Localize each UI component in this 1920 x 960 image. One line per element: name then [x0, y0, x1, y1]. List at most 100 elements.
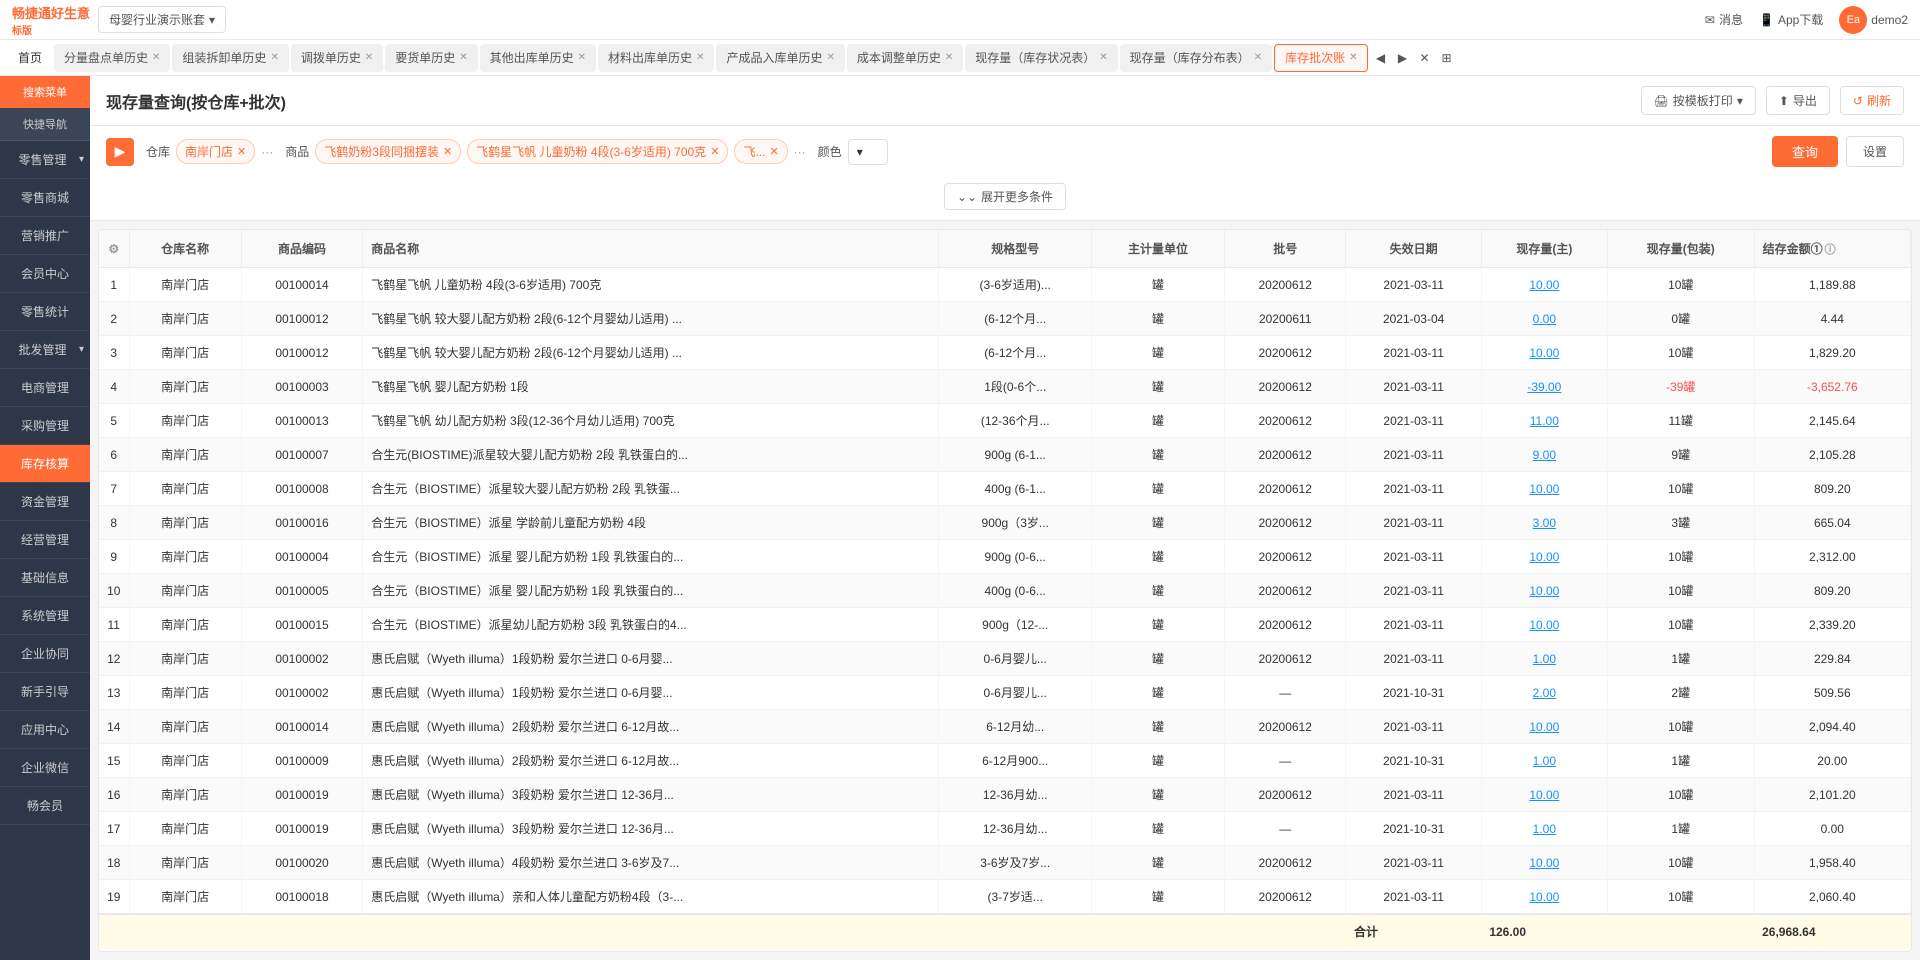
- page-header: 现存量查询(按仓库+批次) 🖨 按模板打印 ▾ ⬆ 导出 ↺ 刷新: [90, 76, 1920, 126]
- tab-3[interactable]: 调拨单历史 ✕: [291, 44, 383, 72]
- sidebar-item-wholesale[interactable]: 批发管理 ▾: [0, 331, 90, 369]
- col-batch: 批号: [1224, 230, 1346, 268]
- product-tag3-close[interactable]: ✕: [769, 145, 778, 158]
- filter-expand-btn[interactable]: ▶: [106, 138, 134, 166]
- col-unit: 主计量单位: [1091, 230, 1224, 268]
- col-settings[interactable]: ⚙: [99, 230, 129, 268]
- sidebar-item-member-app[interactable]: 畅会员: [0, 787, 90, 825]
- dept-selector[interactable]: 母婴行业演示账套 ▾: [98, 6, 226, 33]
- color-select[interactable]: ▾: [848, 139, 888, 165]
- data-table-container: ⚙ 仓库名称 商品编码 商品名称 规格型号 主计量单位 批号 失效日期 现存量(…: [98, 229, 1912, 952]
- logo: 畅捷通好生意 标版: [12, 3, 90, 37]
- sidebar-item-members[interactable]: 会员中心: [0, 255, 90, 293]
- tab-close-8[interactable]: ✕: [945, 52, 953, 63]
- tab-11[interactable]: 库存批次账 ✕: [1274, 44, 1368, 72]
- tab-close-10[interactable]: ✕: [1254, 52, 1262, 63]
- sidebar-item-system[interactable]: 系统管理: [0, 597, 90, 635]
- tab-2[interactable]: 组装拆卸单历史 ✕: [172, 44, 288, 72]
- sidebar-item-guide[interactable]: 新手引导: [0, 673, 90, 711]
- sidebar-search[interactable]: 搜索菜单: [0, 76, 90, 108]
- print-button[interactable]: 🖨 按模板打印 ▾: [1641, 86, 1756, 115]
- tab-close-4[interactable]: ✕: [459, 52, 467, 63]
- tab-8[interactable]: 成本调整单历史 ✕: [847, 44, 963, 72]
- tab-1[interactable]: 分量盘点单历史 ✕: [54, 44, 170, 72]
- tab-close-all[interactable]: ✕: [1414, 44, 1434, 72]
- tab-close-5[interactable]: ✕: [578, 52, 586, 63]
- warehouse-tag: 南岸门店 ✕: [176, 139, 255, 164]
- sidebar-item-corp-wechat[interactable]: 企业微信: [0, 749, 90, 787]
- table-row: 4南岸门店00100003飞鹤星飞帆 婴儿配方奶粉 1段1段(0-6个...罐2…: [99, 370, 1911, 404]
- product-tag1-close[interactable]: ✕: [443, 145, 452, 158]
- table-row: 3南岸门店00100012飞鹤星飞帆 较大婴儿配方奶粉 2段(6-12个月婴幼儿…: [99, 336, 1911, 370]
- sidebar-item-app-center[interactable]: 应用中心: [0, 711, 90, 749]
- tab-5[interactable]: 其他出库单历史 ✕: [480, 44, 596, 72]
- tab-10[interactable]: 现存量（库存分布表） ✕: [1120, 44, 1272, 72]
- tab-menu[interactable]: ⊞: [1436, 44, 1456, 72]
- product-tag2-close[interactable]: ✕: [710, 145, 719, 158]
- warehouse-tag-close[interactable]: ✕: [237, 145, 246, 158]
- table-row: 18南岸门店00100020惠氏启赋（Wyeth illuma）4段奶粉 爱尔兰…: [99, 846, 1911, 880]
- table-row: 7南岸门店00100008合生元（BIOSTIME）派星较大婴儿配方奶粉 2段 …: [99, 472, 1911, 506]
- page-title: 现存量查询(按仓库+批次): [106, 89, 286, 113]
- product-tag-3: 飞... ✕: [734, 139, 787, 164]
- col-amount: 结存金额① ⓘ: [1755, 230, 1911, 267]
- tab-nav-right[interactable]: ▶: [1392, 44, 1412, 72]
- tab-close-9[interactable]: ✕: [1099, 52, 1107, 63]
- tab-9[interactable]: 现存量（库存状况表） ✕: [965, 44, 1117, 72]
- table-row: 19南岸门店00100018惠氏启赋（Wyeth illuma）亲和人体儿童配方…: [99, 880, 1911, 915]
- tab-close-2[interactable]: ✕: [270, 52, 278, 63]
- filter-row: ▶ 仓库 南岸门店 ✕ ··· 商品 飞鹤奶粉3段同捆摆装 ✕: [106, 136, 1904, 167]
- tab-close-3[interactable]: ✕: [365, 52, 373, 63]
- expand-row: ⌄⌄ 展开更多条件: [106, 175, 1904, 210]
- sidebar-quick[interactable]: 快捷导航: [0, 108, 90, 141]
- col-spec: 规格型号: [939, 230, 1092, 268]
- tab-close-1[interactable]: ✕: [152, 52, 160, 63]
- footer-total-amount: 26,968.64: [1754, 914, 1910, 948]
- page-actions: 🖨 按模板打印 ▾ ⬆ 导出 ↺ 刷新: [1641, 86, 1904, 115]
- expand-conditions-button[interactable]: ⌄⌄ 展开更多条件: [944, 183, 1066, 210]
- sidebar-item-enterprise[interactable]: 企业协同: [0, 635, 90, 673]
- action-buttons: 查询 设置: [1772, 136, 1904, 167]
- sidebar-item-operations[interactable]: 经营管理: [0, 521, 90, 559]
- sidebar-item-basic-info[interactable]: 基础信息: [0, 559, 90, 597]
- setting-button[interactable]: 设置: [1846, 136, 1904, 167]
- col-code: 商品编码: [241, 230, 363, 268]
- tab-nav-left[interactable]: ◀: [1370, 44, 1390, 72]
- footer-total-qty: 126.00: [1481, 914, 1607, 948]
- tab-close-7[interactable]: ✕: [826, 52, 834, 63]
- product-tag-2: 飞鹤星飞帆 儿童奶粉 4段(3-6岁适用) 700克 ✕: [467, 139, 728, 164]
- top-bar-left: 畅捷通好生意 标版 母婴行业演示账套 ▾: [12, 3, 226, 37]
- filter-product-group: 商品 飞鹤奶粉3段同捆摆装 ✕ 飞鹤星飞帆 儿童奶粉 4段(3-6岁适用) 70…: [285, 139, 805, 164]
- user-profile[interactable]: Ea demo2: [1839, 6, 1908, 34]
- tab-close-11[interactable]: ✕: [1349, 52, 1357, 63]
- tab-4[interactable]: 要货单历史 ✕: [385, 44, 477, 72]
- app-download-button[interactable]: 📱 App下载: [1759, 11, 1823, 28]
- query-button[interactable]: 查询: [1772, 136, 1838, 167]
- warehouse-more[interactable]: ···: [261, 145, 273, 159]
- tab-6[interactable]: 材料出库单历史 ✕: [598, 44, 714, 72]
- table-row: 14南岸门店00100014惠氏启赋（Wyeth illuma）2段奶粉 爱尔兰…: [99, 710, 1911, 744]
- sidebar-item-retail-stats[interactable]: 零售统计: [0, 293, 90, 331]
- tab-7[interactable]: 产成品入库单历史 ✕: [716, 44, 844, 72]
- sidebar-item-ecommerce[interactable]: 电商管理: [0, 369, 90, 407]
- table-row: 2南岸门店00100012飞鹤星飞帆 较大婴儿配方奶粉 2段(6-12个月婴幼儿…: [99, 302, 1911, 336]
- refresh-button[interactable]: ↺ 刷新: [1840, 86, 1904, 115]
- sidebar-item-finance[interactable]: 资金管理: [0, 483, 90, 521]
- tab-home[interactable]: 首页: [8, 44, 52, 72]
- table-row: 13南岸门店00100002惠氏启赋（Wyeth illuma）1段奶粉 爱尔兰…: [99, 676, 1911, 710]
- amount-info-icon[interactable]: ⓘ: [1825, 241, 1836, 257]
- sidebar-item-retail-shop[interactable]: 零售商城: [0, 179, 90, 217]
- sidebar-item-purchase[interactable]: 采购管理: [0, 407, 90, 445]
- top-bar: 畅捷通好生意 标版 母婴行业演示账套 ▾ ✉ 消息 📱 App下载 Ea dem…: [0, 0, 1920, 40]
- filter-bar: ▶ 仓库 南岸门店 ✕ ··· 商品 飞鹤奶粉3段同捆摆装 ✕: [90, 126, 1920, 221]
- sidebar-item-inventory[interactable]: 库存核算: [0, 445, 90, 483]
- avatar: Ea: [1839, 6, 1867, 34]
- message-button[interactable]: ✉ 消息: [1705, 11, 1743, 28]
- sidebar-item-retail-mgmt[interactable]: 零售管理 ▾: [0, 141, 90, 179]
- product-more[interactable]: ···: [794, 145, 806, 159]
- filter-color-group: 颜色 ▾: [818, 139, 888, 165]
- table-row: 10南岸门店00100005合生元（BIOSTIME）派星 婴儿配方奶粉 1段 …: [99, 574, 1911, 608]
- sidebar-item-marketing[interactable]: 营销推广: [0, 217, 90, 255]
- export-button[interactable]: ⬆ 导出: [1766, 86, 1830, 115]
- tab-close-6[interactable]: ✕: [696, 52, 704, 63]
